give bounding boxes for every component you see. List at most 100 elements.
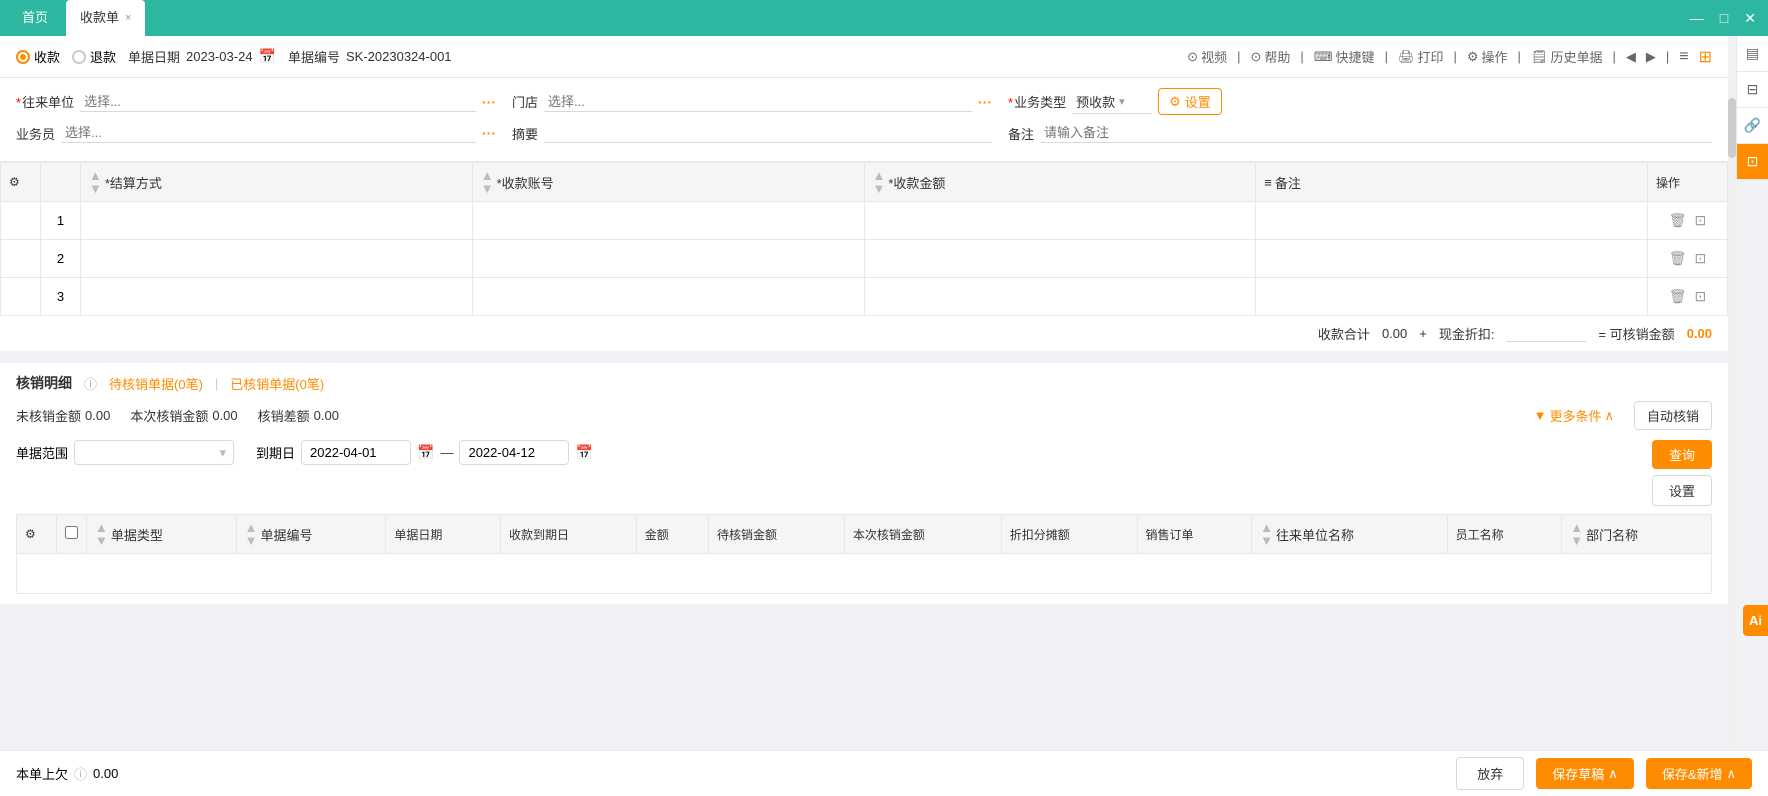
partner-ellipsis-btn[interactable]: ··· [482, 94, 496, 110]
date-from-icon[interactable]: 📅 [417, 444, 434, 461]
td-settle-3[interactable] [81, 278, 473, 316]
more-conditions-btn[interactable]: ▼ 更多条件 ∧ [1534, 406, 1614, 425]
settle-input-2[interactable] [81, 240, 472, 277]
bth-dept: ▲▼ 部门名称 [1562, 515, 1712, 554]
td-account-1[interactable] [472, 202, 864, 240]
select-all-checkbox[interactable] [65, 526, 78, 539]
account-input-3[interactable] [473, 278, 864, 315]
ai-badge[interactable]: Ai [1743, 605, 1768, 636]
range-select[interactable] [74, 440, 234, 465]
nav-right-btn[interactable]: ▶ [1646, 49, 1656, 65]
print-btn[interactable]: 🖨 打印 [1398, 47, 1444, 66]
staff-ellipsis-btn[interactable]: ··· [482, 125, 496, 141]
panel-btn-1[interactable]: ▤ [1737, 36, 1768, 72]
scrollbar-thumb[interactable] [1728, 98, 1736, 158]
settings-gear-icon: ⚙ [1169, 94, 1181, 110]
unverified-label: 未核销金额 [16, 406, 81, 425]
td-remark-1[interactable] [1256, 202, 1648, 240]
th-actions: 操作 [1648, 163, 1728, 202]
copy-icon-2[interactable]: ⊡ [1695, 250, 1707, 267]
store-input[interactable] [544, 92, 972, 112]
td-account-2[interactable] [472, 240, 864, 278]
save-draft-button[interactable]: 保存草稿 ∧ [1536, 758, 1634, 789]
auto-verify-button[interactable]: 自动核销 [1634, 401, 1712, 430]
delete-icon-1[interactable]: 🗑 [1669, 212, 1687, 229]
td-amount-3[interactable] [864, 278, 1256, 316]
remark-input-3[interactable] [1256, 278, 1647, 315]
bth-gear[interactable]: ⚙ [17, 515, 57, 554]
date-to-input[interactable] [459, 440, 569, 465]
remark-input-2[interactable] [1256, 240, 1647, 277]
done-tab[interactable]: 已核销单据(0笔) [230, 374, 324, 393]
th-gear[interactable]: ⚙ [1, 163, 41, 202]
td-settle-2[interactable] [81, 240, 473, 278]
toolbar: 收款 退款 单据日期 2023-03-24 📅 单据编号 SK-20230324… [0, 36, 1728, 78]
summary-input[interactable] [544, 123, 992, 143]
delete-icon-3[interactable]: 🗑 [1669, 288, 1687, 305]
panel-btn-2[interactable]: ⊟ [1737, 72, 1768, 108]
shortcut-btn[interactable]: ⌨ 快捷键 [1314, 47, 1375, 66]
date-from-input[interactable] [301, 440, 411, 465]
tab-active[interactable]: 收款单 × [66, 0, 145, 36]
maximize-button[interactable]: □ [1716, 10, 1732, 26]
store-ellipsis-btn[interactable]: ··· [978, 94, 992, 110]
bth-checkbox[interactable] [57, 515, 87, 554]
bth-due-date: 收款到期日 [500, 515, 636, 554]
td-settle-1[interactable] [81, 202, 473, 240]
close-button[interactable]: ✕ [1740, 10, 1760, 27]
td-remark-2[interactable] [1256, 240, 1648, 278]
discard-button[interactable]: 放弃 [1456, 757, 1524, 790]
tab-home[interactable]: 首页 [8, 0, 62, 36]
biz-type-select[interactable]: 预收款 ▾ [1072, 90, 1152, 114]
amount-input-1[interactable] [865, 202, 1256, 239]
partner-input[interactable] [80, 92, 476, 112]
nav-left-btn[interactable]: ◀ [1626, 49, 1636, 65]
account-input-2[interactable] [473, 240, 864, 277]
amount-input-3[interactable] [865, 278, 1256, 315]
amount-input-2[interactable] [865, 240, 1256, 277]
td-gear-2 [1, 240, 41, 278]
history-icon: 🗒 [1531, 49, 1548, 65]
calendar-icon[interactable]: 📅 [259, 48, 276, 65]
grid-icon[interactable]: ⊞ [1699, 47, 1712, 67]
verify-info-icon[interactable]: ⓘ [84, 374, 97, 393]
menu-icon[interactable]: ≡ [1679, 48, 1688, 66]
date-to-icon[interactable]: 📅 [575, 444, 592, 461]
query-button[interactable]: 查询 [1652, 440, 1712, 469]
td-account-3[interactable] [472, 278, 864, 316]
td-amount-1[interactable] [864, 202, 1256, 240]
info-icon-footer[interactable]: ⓘ [74, 764, 87, 783]
td-amount-2[interactable] [864, 240, 1256, 278]
save-new-button[interactable]: 保存&新增 ∧ [1646, 758, 1752, 789]
date-label: 单据日期 [128, 47, 180, 66]
biz-chevron-icon: ▾ [1119, 95, 1125, 108]
panel-btn-4[interactable]: ⊡ [1737, 144, 1768, 180]
radio-shoukuan[interactable]: 收款 [16, 47, 60, 66]
history-btn[interactable]: 🗒 历史单据 [1531, 47, 1603, 66]
tab-close-icon[interactable]: × [125, 0, 131, 36]
settle-input-1[interactable] [81, 202, 472, 239]
radio-tuikuan[interactable]: 退款 [72, 47, 116, 66]
remark-input[interactable] [1040, 123, 1712, 143]
biz-required: * [1008, 95, 1013, 110]
discount-input[interactable] [1506, 326, 1586, 342]
operate-btn[interactable]: ⚙ 操作 [1467, 47, 1508, 66]
table-row: 2 🗑 ⊡ [1, 240, 1728, 278]
account-input-1[interactable] [473, 202, 864, 239]
delete-icon-2[interactable]: 🗑 [1669, 250, 1687, 267]
settings-button[interactable]: ⚙ 设置 [1158, 88, 1222, 115]
td-remark-3[interactable] [1256, 278, 1648, 316]
copy-icon-1[interactable]: ⊡ [1695, 212, 1707, 229]
video-btn[interactable]: ⊙ 视频 [1187, 47, 1227, 66]
radio-shoukuan-circle [16, 50, 30, 64]
pending-tab[interactable]: 待核销单据(0笔) [109, 374, 203, 393]
settle-input-3[interactable] [81, 278, 472, 315]
help-btn[interactable]: ⊙ 帮助 [1250, 47, 1290, 66]
verify-header: 核销明细 ⓘ 待核销单据(0笔) | 已核销单据(0笔) [16, 373, 1712, 393]
copy-icon-3[interactable]: ⊡ [1695, 288, 1707, 305]
settings-small-button[interactable]: 设置 [1652, 475, 1712, 506]
panel-btn-3[interactable]: 🔗 [1737, 108, 1768, 144]
remark-input-1[interactable] [1256, 202, 1647, 239]
minimize-button[interactable]: — [1686, 10, 1708, 26]
staff-input[interactable] [61, 123, 476, 143]
